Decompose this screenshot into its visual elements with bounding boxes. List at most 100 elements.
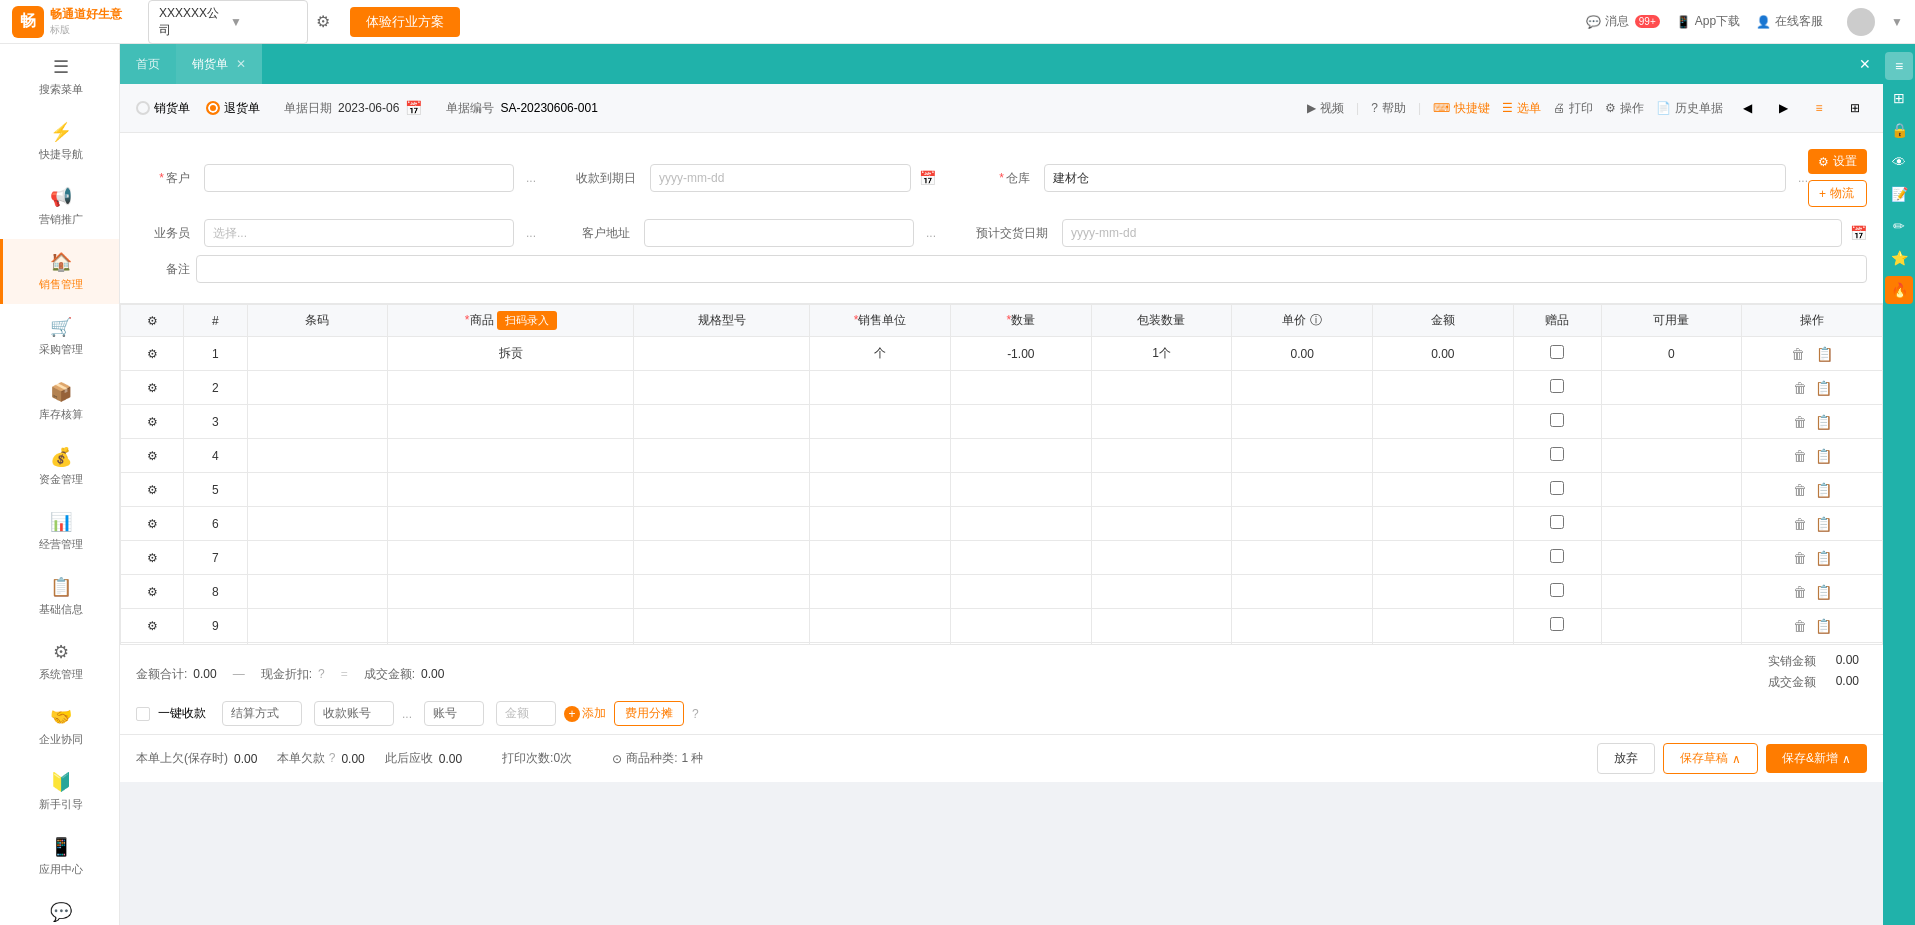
view-grid-btn[interactable]: ⊞	[1843, 96, 1867, 120]
salesperson-dots[interactable]: ...	[526, 226, 536, 240]
expense-split-btn[interactable]: 费用分摊	[614, 701, 684, 726]
col-settings-header[interactable]: ⚙	[121, 305, 184, 337]
rpanel-edit-btn[interactable]: ✏	[1885, 212, 1913, 240]
toolbar-select[interactable]: ☰ 选单	[1502, 100, 1541, 117]
sidebar-item-inventory[interactable]: 📦 库存核算	[0, 369, 119, 434]
sidebar-item-search[interactable]: ☰ 搜索菜单	[0, 44, 119, 109]
row-qty[interactable]: -1.00	[950, 337, 1091, 371]
tab-sales-order[interactable]: 销货单 ✕	[176, 44, 262, 84]
copy-icon[interactable]: 📋	[1815, 482, 1832, 498]
toolbar-shortcut[interactable]: ⌨ 快捷键	[1433, 100, 1490, 117]
app-download-btn[interactable]: 📱 App下载	[1676, 13, 1740, 30]
copy-icon[interactable]: 📋	[1815, 550, 1832, 566]
nav-next-btn[interactable]: ▶	[1771, 96, 1795, 120]
sidebar-item-guide[interactable]: 🔰 新手引导	[0, 759, 119, 824]
copy-icon[interactable]: 📋	[1815, 584, 1832, 600]
amount-input[interactable]: 金额	[496, 701, 556, 726]
rpanel-list-btn[interactable]: ≡	[1885, 52, 1913, 80]
settings-btn[interactable]: ⚙ 设置	[1808, 149, 1867, 174]
radio-return[interactable]: 退货单	[206, 100, 260, 117]
customer-dots[interactable]: ...	[526, 171, 536, 185]
delete-icon[interactable]: 🗑	[1793, 414, 1807, 430]
customer-addr-dots[interactable]: ...	[926, 226, 936, 240]
toolbar-video[interactable]: ▶ 视频	[1307, 100, 1344, 117]
copy-icon[interactable]: 📋	[1815, 516, 1832, 532]
row-gift[interactable]	[1513, 337, 1601, 371]
delete-icon[interactable]: 🗑	[1793, 618, 1807, 634]
toolbar-history[interactable]: 📄 历史单据	[1656, 100, 1723, 117]
row-price[interactable]: 0.00	[1232, 337, 1373, 371]
message-btn[interactable]: 💬 消息 99+	[1586, 13, 1660, 30]
flow-btn[interactable]: + 物流	[1808, 180, 1867, 207]
sidebar-item-app-center[interactable]: 📱 应用中心	[0, 824, 119, 889]
sidebar-item-enterprise[interactable]: 🤝 企业协同	[0, 694, 119, 759]
copy-icon[interactable]: 📋	[1815, 448, 1832, 464]
sidebar-item-wechat[interactable]: 💬 企业微信	[0, 889, 119, 925]
view-list-btn[interactable]: ≡	[1807, 96, 1831, 120]
copy-icon[interactable]: 📋	[1815, 380, 1832, 396]
due-date-input[interactable]: yyyy-mm-dd	[650, 164, 911, 192]
row-settings[interactable]: ⚙	[121, 337, 184, 371]
customer-addr-input[interactable]	[644, 219, 914, 247]
account-dots[interactable]: ...	[402, 707, 412, 721]
calendar-icon[interactable]: 📅	[405, 100, 422, 116]
delete-icon[interactable]: 🗑	[1793, 516, 1807, 532]
copy-icon[interactable]: 📋	[1816, 346, 1833, 362]
online-service-btn[interactable]: 👤 在线客服	[1756, 13, 1823, 30]
dropdown-arrow-icon[interactable]: ∧	[1842, 752, 1851, 766]
discard-btn[interactable]: 放弃	[1597, 743, 1655, 774]
delete-icon[interactable]: 🗑	[1791, 346, 1805, 362]
rpanel-note-btn[interactable]: 📝	[1885, 180, 1913, 208]
delete-icon[interactable]: 🗑	[1793, 550, 1807, 566]
company-selector[interactable]: XXXXXX公司 ▼	[148, 0, 308, 44]
delete-icon[interactable]: 🗑	[1793, 584, 1807, 600]
discount-help[interactable]: ?	[318, 667, 325, 681]
remark-input[interactable]	[196, 255, 1867, 283]
delete-icon[interactable]: 🗑	[1793, 380, 1807, 396]
rpanel-eye-btn[interactable]: 👁	[1885, 148, 1913, 176]
rpanel-fire-btn[interactable]: 🔥	[1885, 276, 1913, 304]
row-barcode[interactable]	[247, 337, 388, 371]
sidebar-item-system[interactable]: ⚙ 系统管理	[0, 629, 119, 694]
account-input[interactable]: 账号	[424, 701, 484, 726]
dropdown-arrow-icon[interactable]: ∧	[1732, 752, 1741, 766]
settings-icon-btn[interactable]: ⚙	[316, 12, 330, 31]
add-btn[interactable]: + 添加	[564, 705, 606, 722]
sidebar-item-quick-nav[interactable]: ⚡ 快捷导航	[0, 109, 119, 174]
expense-help-icon[interactable]: ?	[692, 707, 699, 721]
delivery-date-calendar-icon[interactable]: 📅	[1850, 225, 1867, 241]
sidebar-item-purchase[interactable]: 🛒 采购管理	[0, 304, 119, 369]
rpanel-grid-btn[interactable]: ⊞	[1885, 84, 1913, 112]
calc-method-select[interactable]: 结算方式	[222, 701, 302, 726]
tab-close-all[interactable]: ✕	[1859, 56, 1883, 72]
salesperson-input[interactable]: 选择...	[204, 219, 514, 247]
sidebar-item-base-info[interactable]: 📋 基础信息	[0, 564, 119, 629]
warehouse-dots[interactable]: ...	[1798, 171, 1808, 185]
toolbar-print[interactable]: 🖨 打印	[1553, 100, 1593, 117]
delete-icon[interactable]: 🗑	[1793, 448, 1807, 464]
tab-close-icon[interactable]: ✕	[236, 57, 246, 71]
tab-home[interactable]: 首页	[120, 44, 176, 84]
row-unit[interactable]: 个	[810, 337, 951, 371]
trial-btn[interactable]: 体验行业方案	[350, 7, 460, 37]
row-pkgqty[interactable]: 1个	[1091, 337, 1232, 371]
delete-icon[interactable]: 🗑	[1793, 482, 1807, 498]
toolbar-operate[interactable]: ⚙ 操作	[1605, 100, 1644, 117]
radio-sales[interactable]: 销货单	[136, 100, 190, 117]
copy-icon[interactable]: 📋	[1815, 414, 1832, 430]
toolbar-help[interactable]: ? 帮助	[1371, 100, 1406, 117]
nav-prev-btn[interactable]: ◀	[1735, 96, 1759, 120]
row-amount[interactable]: 0.00	[1372, 337, 1513, 371]
rpanel-star-btn[interactable]: ⭐	[1885, 244, 1913, 272]
save-draft-btn[interactable]: 保存草稿 ∧	[1663, 743, 1758, 774]
row-product[interactable]: 拆贡	[388, 337, 634, 371]
account-select[interactable]: 收款账号	[314, 701, 394, 726]
sidebar-item-finance[interactable]: 💰 资金管理	[0, 434, 119, 499]
copy-icon[interactable]: 📋	[1815, 618, 1832, 634]
sidebar-item-operations[interactable]: 📊 经营管理	[0, 499, 119, 564]
row-spec[interactable]	[634, 337, 810, 371]
customer-input[interactable]	[204, 164, 514, 192]
save-new-btn[interactable]: 保存&新增 ∧	[1766, 744, 1867, 773]
warehouse-input[interactable]: 建材仓	[1044, 164, 1786, 192]
sidebar-item-sales[interactable]: 🏠 销售管理	[0, 239, 119, 304]
